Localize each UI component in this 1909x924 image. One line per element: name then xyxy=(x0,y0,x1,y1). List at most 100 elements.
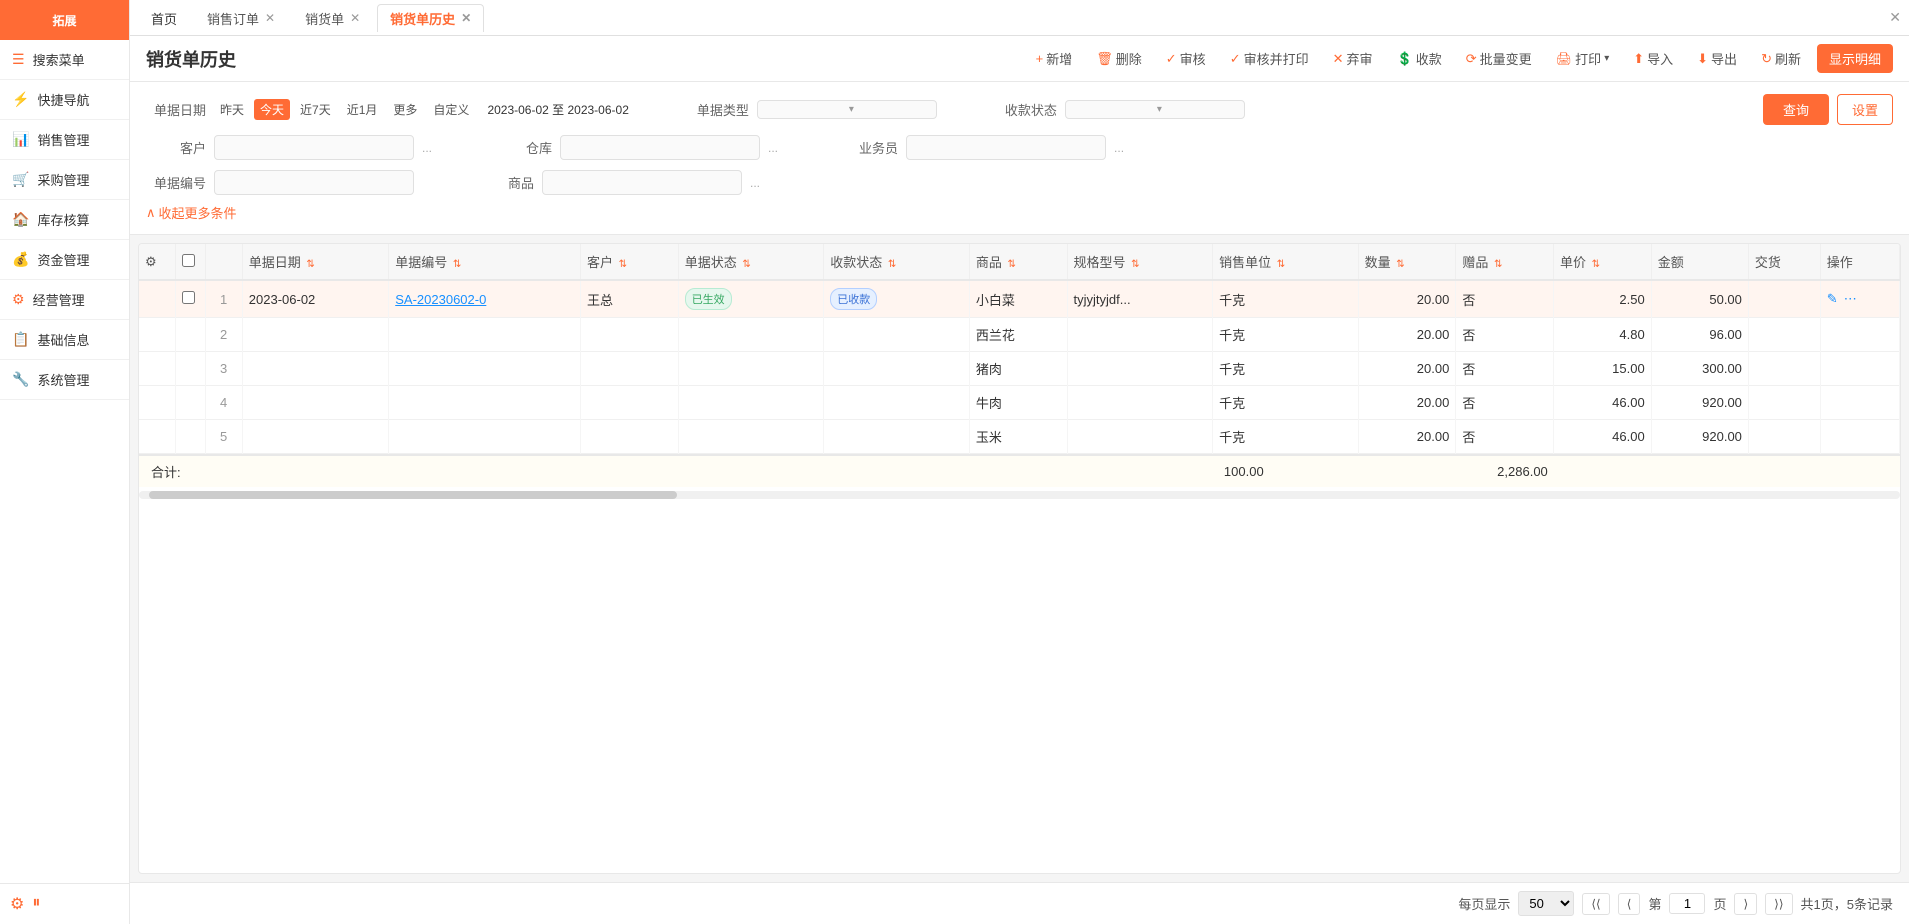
row-checkbox[interactable] xyxy=(182,291,195,304)
salesperson-ellipsis[interactable]: ... xyxy=(1114,141,1124,155)
audit-print-button[interactable]: ✓ 审核并打印 xyxy=(1222,45,1317,72)
sort-spec-icon: ⇅ xyxy=(1131,259,1139,270)
show-detail-button[interactable]: 显示明细 xyxy=(1817,44,1893,73)
settings-bottom-icon[interactable]: ⚙ xyxy=(10,894,24,914)
goods-input[interactable] xyxy=(542,170,742,195)
cell-customer: 王总 xyxy=(581,280,679,318)
window-close-icon[interactable]: ✕ xyxy=(1889,9,1901,26)
first-page-button[interactable]: ⟨⟨ xyxy=(1582,893,1609,915)
warehouse-input[interactable] xyxy=(560,135,760,160)
cell-amount: 96.00 xyxy=(1651,318,1748,352)
col-payment-status[interactable]: 收款状态 ⇅ xyxy=(824,244,970,280)
col-doc-number[interactable]: 单据编号 ⇅ xyxy=(389,244,581,280)
select-all-checkbox[interactable] xyxy=(182,254,195,267)
tab-sales-history-close[interactable]: ✕ xyxy=(461,11,471,25)
date-chip-more[interactable]: 更多 xyxy=(387,99,423,120)
collect-button[interactable]: 💲 收款 xyxy=(1389,45,1450,72)
row-gear xyxy=(139,280,175,318)
row-num: 2 xyxy=(205,318,242,352)
cell-qty: 20.00 xyxy=(1358,318,1456,352)
collapse-button[interactable]: ∧ 收起更多条件 xyxy=(146,203,1893,222)
filter-settings-button[interactable]: 设置 xyxy=(1837,94,1893,125)
cell-transaction xyxy=(1748,386,1820,420)
more-action-icon[interactable]: ⋯ xyxy=(1844,291,1857,306)
date-chip-1month[interactable]: 近1月 xyxy=(341,99,384,120)
sidebar-item-sys-mgmt[interactable]: 🔧 系统管理 xyxy=(0,360,129,400)
per-page-select[interactable]: 50 100 200 xyxy=(1518,891,1574,916)
sidebar-item-quick-nav[interactable]: ⚡ 快捷导航 xyxy=(0,80,129,120)
col-customer[interactable]: 客户 ⇅ xyxy=(581,244,679,280)
cell-spec xyxy=(1067,386,1213,420)
date-chips: 昨天 今天 近7天 近1月 更多 自定义 xyxy=(214,99,475,120)
page-prefix-label: 第 xyxy=(1648,894,1661,913)
date-chip-7days[interactable]: 近7天 xyxy=(294,99,337,120)
doc-number-input[interactable] xyxy=(214,170,414,195)
col-spec[interactable]: 规格型号 ⇅ xyxy=(1067,244,1213,280)
sidebar-item-inventory[interactable]: 🏠 库存核算 xyxy=(0,200,129,240)
goods-ellipsis[interactable]: ... xyxy=(750,176,760,190)
col-goods[interactable]: 商品 ⇅ xyxy=(969,244,1067,280)
cell-doc-number xyxy=(389,386,581,420)
prev-page-button[interactable]: ⟨ xyxy=(1618,893,1641,915)
col-gift[interactable]: 赠品 ⇅ xyxy=(1456,244,1554,280)
audit-button[interactable]: ✓ 审核 xyxy=(1158,45,1214,72)
tab-sales-order[interactable]: 销售订单 ✕ xyxy=(194,4,288,32)
row-num: 4 xyxy=(205,386,242,420)
abandon-button[interactable]: ✕ 弃审 xyxy=(1325,45,1381,72)
customer-input[interactable] xyxy=(214,135,414,160)
tab-home[interactable]: 首页 xyxy=(138,4,190,32)
tab-sales-delivery-close[interactable]: ✕ xyxy=(350,11,360,25)
cell-unit-price: 46.00 xyxy=(1554,386,1652,420)
cell-gift: 否 xyxy=(1456,352,1554,386)
query-button[interactable]: 查询 xyxy=(1763,94,1829,125)
edit-action-icon[interactable]: ✎ xyxy=(1827,291,1838,306)
import-button[interactable]: ⬆ 导入 xyxy=(1625,45,1681,72)
col-qty[interactable]: 数量 ⇅ xyxy=(1358,244,1456,280)
collapse-icon[interactable]: ⏸ xyxy=(32,894,40,914)
total-qty: 100.00 xyxy=(1196,464,1276,479)
refresh-button[interactable]: ↻ 刷新 xyxy=(1753,45,1809,72)
table-area: ⚙ 单据日期 ⇅ 单据编号 ⇅ 客户 ⇅ 单据状态 ⇅ 收款状态 ⇅ 商品 ⇅ … xyxy=(138,243,1901,874)
sidebar-item-purchase-mgmt[interactable]: 🛒 采购管理 xyxy=(0,160,129,200)
col-doc-date[interactable]: 单据日期 ⇅ xyxy=(242,244,388,280)
salesperson-input[interactable] xyxy=(906,135,1106,160)
cell-goods: 玉米 xyxy=(969,420,1067,454)
print-button[interactable]: 🖨 打印 ▾ xyxy=(1548,45,1618,72)
delete-button[interactable]: 🗑 删除 xyxy=(1088,45,1150,72)
sidebar-item-search-menu[interactable]: ☰ 搜索菜单 xyxy=(0,40,129,80)
sidebar-item-label: 快捷导航 xyxy=(37,90,89,109)
batch-change-button[interactable]: ⟳ 批量变更 xyxy=(1458,45,1540,72)
cell-customer xyxy=(581,386,679,420)
pagination: 每页显示 50 100 200 ⟨⟨ ⟨ 第 页 ⟩ ⟩⟩ 共1页，5条记录 xyxy=(130,882,1909,924)
col-unit[interactable]: 销售单位 ⇅ xyxy=(1213,244,1359,280)
sidebar-item-finance-mgmt[interactable]: 💰 资金管理 xyxy=(0,240,129,280)
date-chip-custom[interactable]: 自定义 xyxy=(427,99,475,120)
page-number-input[interactable] xyxy=(1669,893,1705,914)
date-chip-yesterday[interactable]: 昨天 xyxy=(214,99,250,120)
doc-type-select[interactable]: ▾ xyxy=(757,100,937,119)
col-doc-status[interactable]: 单据状态 ⇅ xyxy=(678,244,824,280)
cell-goods: 牛肉 xyxy=(969,386,1067,420)
export-button[interactable]: ⬇ 导出 xyxy=(1689,45,1745,72)
date-chip-today[interactable]: 今天 xyxy=(254,99,290,120)
last-page-button[interactable]: ⟩⟩ xyxy=(1765,893,1792,915)
tab-sales-order-close[interactable]: ✕ xyxy=(265,11,275,25)
sidebar-item-basic-info[interactable]: 📋 基础信息 xyxy=(0,320,129,360)
warehouse-ellipsis[interactable]: ... xyxy=(768,141,778,155)
col-amount[interactable]: 金额 xyxy=(1651,244,1748,280)
new-button[interactable]: + 新增 xyxy=(1028,45,1081,72)
cell-doc-number xyxy=(389,318,581,352)
sidebar-item-sales-mgmt[interactable]: 📊 销售管理 xyxy=(0,120,129,160)
col-gear[interactable]: ⚙ xyxy=(139,244,175,280)
col-unit-price[interactable]: 单价 ⇅ xyxy=(1554,244,1652,280)
sidebar-item-ops-mgmt[interactable]: ⚙ 经营管理 xyxy=(0,280,129,320)
tab-sales-history[interactable]: 销货单历史 ✕ xyxy=(377,4,484,32)
payment-status-select[interactable]: ▾ xyxy=(1065,100,1245,119)
cell-amount: 50.00 xyxy=(1651,280,1748,318)
doc-number-link[interactable]: SA-20230602-0 xyxy=(395,292,486,307)
next-page-button[interactable]: ⟩ xyxy=(1734,893,1757,915)
cell-doc-number xyxy=(389,420,581,454)
customer-ellipsis[interactable]: ... xyxy=(422,141,432,155)
tab-sales-delivery[interactable]: 销货单 ✕ xyxy=(292,4,373,32)
col-checkbox[interactable] xyxy=(175,244,205,280)
